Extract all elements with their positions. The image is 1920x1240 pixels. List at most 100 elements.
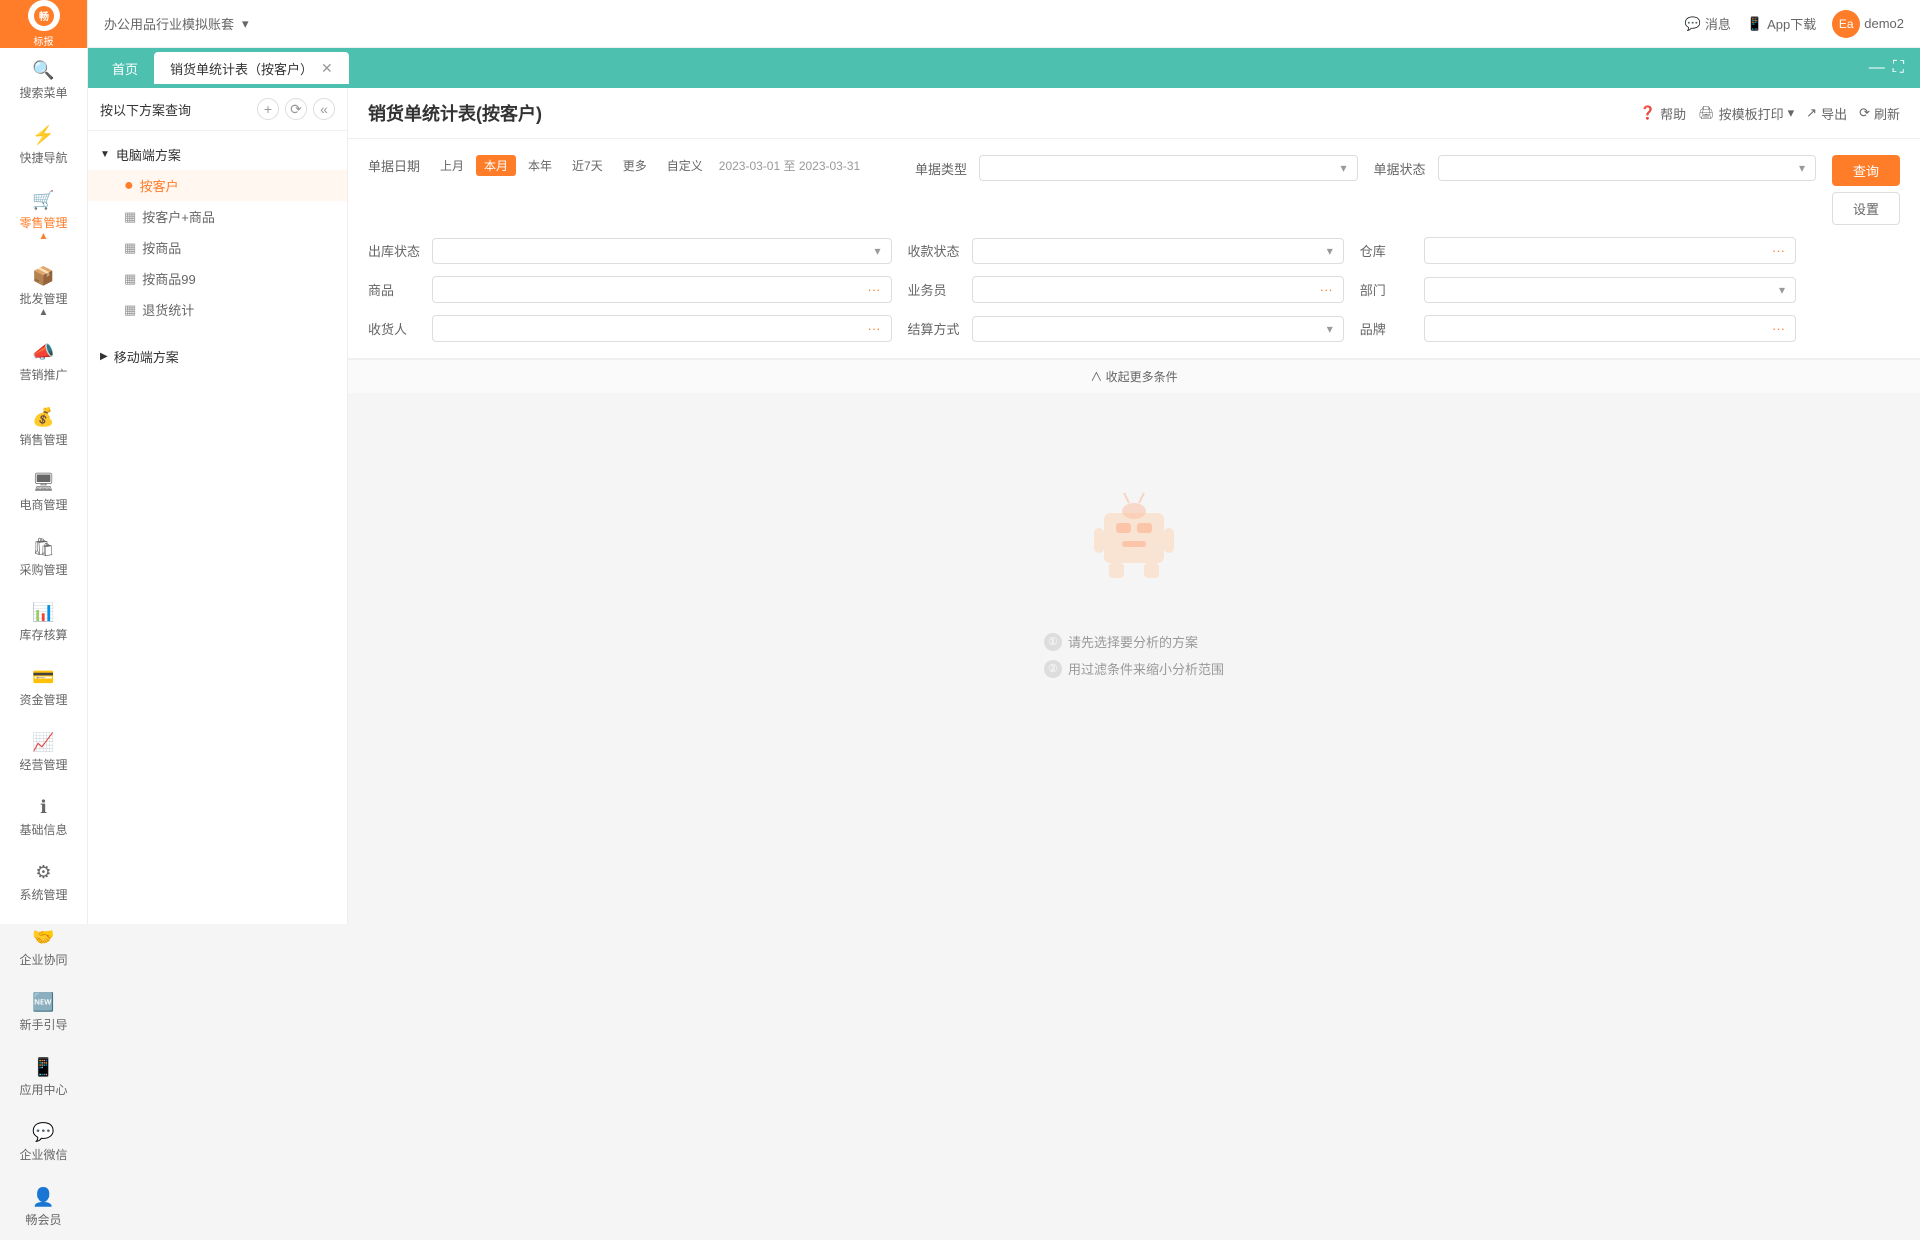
tree-child-customer-goods[interactable]: ▦ 按客户+商品 xyxy=(88,201,347,232)
scheme-icon4: ▦ xyxy=(124,302,136,318)
empty-hint-2-text: 用过滤条件来缩小分析范围 xyxy=(1068,659,1224,678)
salesperson-select[interactable]: ··· xyxy=(972,276,1344,303)
sidebar-item-business[interactable]: 📈 经营管理 xyxy=(0,720,87,785)
logo-icon: 畅 xyxy=(28,0,60,31)
dropdown-icon[interactable]: ▾ xyxy=(242,16,249,32)
sidebar-item-inventory[interactable]: 📊 库存核算 xyxy=(0,590,87,655)
refresh-btn[interactable]: ⟳ 刷新 xyxy=(1859,104,1900,123)
tree-child-goods99[interactable]: ▦ 按商品99 xyxy=(88,263,347,294)
tree-parent-mobile-label: 移动端方案 xyxy=(114,347,179,366)
collapse-bar[interactable]: ∧ 收起更多条件 xyxy=(348,359,1920,393)
dept-select[interactable]: ▾ xyxy=(1424,277,1796,303)
sidebar-item-purchase[interactable]: 🛍 采购管理 xyxy=(0,525,87,590)
payment-select[interactable]: ▾ xyxy=(972,316,1344,342)
sidebar-item-marketing[interactable]: 📣 营销推广 xyxy=(0,330,87,395)
sidebar-item-cooperation[interactable]: 🤝 企业协同 xyxy=(0,915,87,980)
refresh-scheme-btn[interactable]: ⟳ xyxy=(285,98,307,120)
scheme-icon: ▦ xyxy=(124,209,136,225)
order-status-label: 单据状态 xyxy=(1374,159,1430,178)
sidebar-item-sales[interactable]: 💰 销售管理 xyxy=(0,395,87,460)
date-tab-more[interactable]: 更多 xyxy=(615,155,655,176)
sidebar-item-guide[interactable]: 🆕 新手引导 xyxy=(0,980,87,1045)
tab-minimize-icon[interactable]: — xyxy=(1869,59,1885,77)
brand-dots: ··· xyxy=(1772,321,1785,336)
empty-hint-2: ② 用过滤条件来缩小分析范围 xyxy=(1044,659,1224,678)
empty-hint-1-text: 请先选择要分析的方案 xyxy=(1068,632,1198,651)
print-dropdown-icon: ▾ xyxy=(1788,105,1795,121)
sidebar-item-system[interactable]: ⚙ 系统管理 xyxy=(0,850,87,915)
date-tab-7days[interactable]: 近7天 xyxy=(564,155,611,176)
receive-status-select[interactable]: ▾ xyxy=(972,238,1344,264)
left-panel-header: 按以下方案查询 + ⟳ « xyxy=(88,88,347,131)
tree-child-label4: 退货统计 xyxy=(142,300,194,319)
tree-child-goods[interactable]: ▦ 按商品 xyxy=(88,232,347,263)
settings-button[interactable]: 设置 xyxy=(1832,192,1900,225)
hint-num-1: ① xyxy=(1044,633,1062,651)
header-right: 💬 消息 📱 App下载 Ea demo2 xyxy=(1685,10,1904,38)
export-btn[interactable]: ↗ 导出 xyxy=(1806,104,1847,123)
sidebar-item-basic[interactable]: ℹ 基础信息 xyxy=(0,785,87,850)
query-button[interactable]: 查询 xyxy=(1832,155,1900,186)
date-label: 单据日期 xyxy=(368,156,424,175)
tree-arrow-icon: ▼ xyxy=(100,149,110,160)
tree-child-return[interactable]: ▦ 退货统计 xyxy=(88,294,347,325)
sidebar-item-finance[interactable]: 💳 资金管理 xyxy=(0,655,87,720)
order-status-select[interactable]: ▾ xyxy=(1438,155,1817,181)
salesperson-dots: ··· xyxy=(1320,282,1333,297)
brand-select[interactable]: ··· xyxy=(1424,315,1796,342)
receiver-select[interactable]: ··· xyxy=(432,315,892,342)
date-tab-thisyear[interactable]: 本年 xyxy=(520,155,560,176)
tree-child-label3: 按商品99 xyxy=(142,269,195,288)
date-tab-thismonth[interactable]: 本月 xyxy=(476,155,516,176)
sidebar-item-appcenter[interactable]: 📱 应用中心 xyxy=(0,1045,87,1110)
out-status-select[interactable]: ▾ xyxy=(432,238,892,264)
warehouse-select[interactable]: ··· xyxy=(1424,237,1796,264)
receiver-label: 收货人 xyxy=(368,319,424,338)
logo-area: 畅 标报 xyxy=(0,0,87,48)
tab-sales-stat[interactable]: 销货单统计表（按客户） ✕ xyxy=(154,52,349,84)
sidebar-item-search[interactable]: 🔍 搜索菜单 xyxy=(0,48,87,113)
add-scheme-btn[interactable]: + xyxy=(257,98,279,120)
help-btn[interactable]: ❓ 帮助 xyxy=(1640,104,1686,123)
tree-child-by-customer[interactable]: ● 按客户 xyxy=(88,170,347,201)
sidebar-item-member[interactable]: 👤 畅会员 xyxy=(0,1175,87,1240)
empty-state: ① 请先选择要分析的方案 ② 用过滤条件来缩小分析范围 xyxy=(348,393,1920,758)
sidebar-item-retail[interactable]: 🛒 零售管理 ▲ xyxy=(0,178,87,254)
date-tab-custom[interactable]: 自定义 xyxy=(659,155,711,176)
collapse-panel-btn[interactable]: « xyxy=(313,98,335,120)
date-tab-lastmonth[interactable]: 上月 xyxy=(432,155,472,176)
marketing-icon: 📣 xyxy=(32,342,54,363)
page-title: 销货单统计表(按客户) xyxy=(368,100,542,126)
tab-maximize-icon[interactable]: ⛶ xyxy=(1893,59,1904,77)
tab-home[interactable]: 首页 xyxy=(96,52,154,84)
order-type-select[interactable]: ▾ xyxy=(979,155,1358,181)
receive-status-label: 收款状态 xyxy=(908,241,964,260)
empty-hints: ① 请先选择要分析的方案 ② 用过滤条件来缩小分析范围 xyxy=(1044,632,1224,678)
retail-icon: 🛒 xyxy=(32,190,54,211)
tree-parent-desktop[interactable]: ▼ 电脑端方案 xyxy=(88,139,347,170)
sidebar-item-wechat[interactable]: 💬 企业微信 xyxy=(0,1110,87,1175)
print-btn[interactable]: 🖨 按模板打印 ▾ xyxy=(1698,104,1794,123)
search-icon: 🔍 xyxy=(32,60,54,81)
user-avatar-btn[interactable]: Ea demo2 xyxy=(1832,10,1904,38)
tree-parent-mobile[interactable]: ▶ 移动端方案 xyxy=(88,341,347,372)
top-header: 办公用品行业模拟账套 ▾ 💬 消息 📱 App下载 Ea demo2 xyxy=(88,0,1920,48)
tab-close-icon[interactable]: ✕ xyxy=(321,60,333,77)
left-panel-title: 按以下方案查询 xyxy=(100,100,191,119)
hint-num-2: ② xyxy=(1044,660,1062,678)
sidebar-item-quicknav[interactable]: ⚡ 快捷导航 xyxy=(0,113,87,178)
out-status-label: 出库状态 xyxy=(368,241,424,260)
industry-label: 办公用品行业模拟账套 xyxy=(104,14,234,33)
app-download-btn[interactable]: 📱 App下载 xyxy=(1747,14,1816,33)
receive-status-dropdown-icon: ▾ xyxy=(1327,244,1333,258)
sidebar-item-wholesale[interactable]: 📦 批发管理 ▲ xyxy=(0,254,87,330)
message-btn[interactable]: 💬 消息 xyxy=(1685,14,1731,33)
quicknav-icon: ⚡ xyxy=(32,125,54,146)
guide-icon: 🆕 xyxy=(32,992,54,1013)
tab-sales-stat-label: 销货单统计表（按客户） xyxy=(170,59,313,78)
goods-select[interactable]: ··· xyxy=(432,276,892,303)
inventory-icon: 📊 xyxy=(32,602,54,623)
order-status-dropdown-icon: ▾ xyxy=(1799,161,1805,175)
date-range: 2023-03-01 至 2023-03-31 xyxy=(719,157,860,174)
sidebar-item-ecommerce[interactable]: 🖥 电商管理 xyxy=(0,460,87,525)
